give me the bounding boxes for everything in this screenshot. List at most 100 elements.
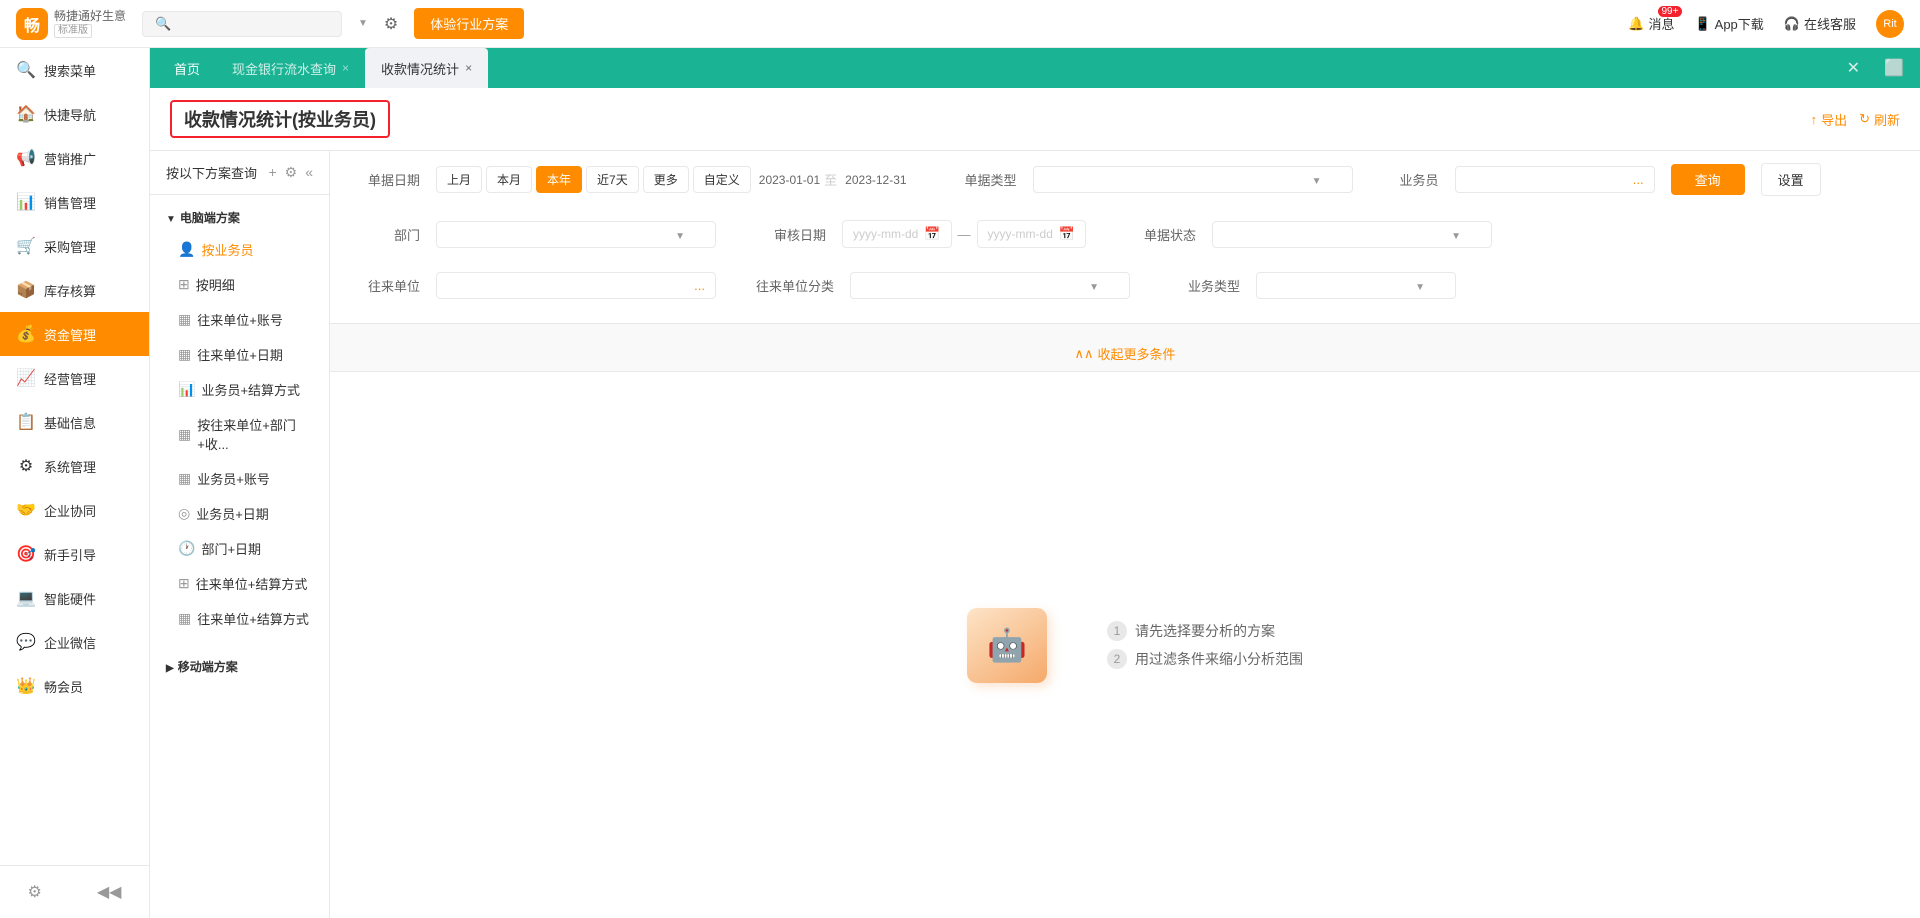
tab-bank-flow-close[interactable]: × <box>342 61 349 75</box>
scheme-item-sales-settle[interactable]: 📊 业务员+结算方式 <box>150 372 329 407</box>
edition-badge: 标准版 <box>54 24 92 38</box>
scheme-item-partner-settle1[interactable]: ⊞ 往来单位+结算方式 <box>150 566 329 601</box>
query-button[interactable]: 查询 <box>1671 164 1745 195</box>
sidebar-item-purchase[interactable]: 🛒 采购管理 <box>0 224 149 268</box>
scheme-sales-settle-label: 业务员+结算方式 <box>201 380 300 399</box>
collapse-more-btn[interactable]: ∧∧ 收起更多条件 <box>1074 344 1175 363</box>
scheme-desktop-title[interactable]: 电脑端方案 <box>150 203 329 232</box>
nav-dropdown[interactable]: ▼ <box>358 18 368 29</box>
online-service-btn[interactable]: 🎧 在线客服 <box>1784 14 1856 33</box>
scheme-item-partner-dept[interactable]: ▦ 按往来单位+部门+收... <box>150 407 329 461</box>
business-type-select[interactable] <box>1256 272 1456 299</box>
scheme-panel-title: 按以下方案查询 <box>166 163 257 182</box>
tab-bank-flow[interactable]: 现金银行流水查询 × <box>216 48 365 88</box>
sidebar-item-wechat[interactable]: 💬 企业微信 <box>0 620 149 664</box>
review-date-to-input[interactable]: yyyy-mm-dd 📅 <box>977 220 1087 248</box>
scheme-panel: 按以下方案查询 + ⚙ « 电脑端方案 👤 按业务员 <box>150 151 330 918</box>
empty-content: 🤖 1 请先选择要分析的方案 2 用过滤条件来缩小分析范围 <box>947 585 1303 705</box>
collapse-sidebar-btn[interactable]: ◀◀ <box>89 874 130 910</box>
scheme-mobile-title[interactable]: 移动端方案 <box>150 652 329 681</box>
trial-button[interactable]: 体验行业方案 <box>414 8 524 39</box>
messages-btn[interactable]: 🔔 消息 99+ <box>1628 14 1674 33</box>
sidebar-item-search[interactable]: 🔍 搜索菜单 <box>0 48 149 92</box>
scheme-collapse-btn[interactable]: « <box>305 164 313 181</box>
sidebar-item-inventory[interactable]: 📦 库存核算 <box>0 268 149 312</box>
mobile-expand-icon <box>166 660 174 674</box>
scheme-item-sales-account[interactable]: ▦ 业务员+账号 <box>150 461 329 496</box>
date-btn-7days[interactable]: 近7天 <box>586 166 639 193</box>
page-header: 收款情况统计(按业务员) ↑ 导出 ↻ 刷新 <box>150 88 1920 151</box>
scheme-panel-actions: + ⚙ « <box>268 164 313 181</box>
window-max-btn[interactable]: ⬜ <box>1876 54 1912 82</box>
scheme-desktop-section: 电脑端方案 👤 按业务员 ⊞ 按明细 ▦ 往来单位+账号 <box>150 195 329 644</box>
scheme-settings-btn[interactable]: ⚙ <box>285 164 298 181</box>
sidebar-item-vip[interactable]: 👑 畅会员 <box>0 664 149 708</box>
date-btn-this-year[interactable]: 本年 <box>536 166 582 193</box>
voucher-status-chevron <box>1447 227 1461 242</box>
partner-account-icon: ▦ <box>178 311 191 328</box>
date-btn-this-month[interactable]: 本月 <box>486 166 532 193</box>
scheme-item-partner-date[interactable]: ▦ 往来单位+日期 <box>150 337 329 372</box>
sidebar-item-collab[interactable]: 🤝 企业协同 <box>0 488 149 532</box>
hint-number-1: 1 <box>1107 621 1127 641</box>
dept-select[interactable] <box>436 221 716 248</box>
settings-button[interactable]: 设置 <box>1761 163 1821 196</box>
window-close-btn[interactable]: ✕ <box>1839 54 1868 82</box>
scheme-add-btn[interactable]: + <box>268 164 276 181</box>
partner-input[interactable]: ... <box>436 272 716 299</box>
marketing-icon: 📢 <box>16 148 36 168</box>
voucher-type-label: 单据类型 <box>947 170 1017 189</box>
tab-home[interactable]: 首页 <box>158 48 216 88</box>
scheme-item-partner-settle2[interactable]: ▦ 往来单位+结算方式 <box>150 601 329 636</box>
salesperson-more-btn[interactable]: ... <box>1633 172 1644 187</box>
tab-collection-stat-close[interactable]: × <box>465 61 472 75</box>
sidebar-item-basic[interactable]: 📋 基础信息 <box>0 400 149 444</box>
settings-icon[interactable]: ⚙ <box>384 14 398 34</box>
hint-item-1: 1 请先选择要分析的方案 <box>1107 621 1303 641</box>
scheme-item-detail[interactable]: ⊞ 按明细 <box>150 267 329 302</box>
desktop-section-label: 电脑端方案 <box>180 209 240 226</box>
logo-area: 畅 畅捷通好生意 标准版 <box>16 8 126 40</box>
date-btn-last-month[interactable]: 上月 <box>436 166 482 193</box>
review-date-dash: — <box>958 227 971 242</box>
voucher-type-select[interactable] <box>1033 166 1353 193</box>
sidebar-item-operation[interactable]: 📈 经营管理 <box>0 356 149 400</box>
partner-more-btn[interactable]: ... <box>694 278 705 293</box>
sidebar-item-marketing[interactable]: 📢 营销推广 <box>0 136 149 180</box>
sidebar-item-finance[interactable]: 💰 资金管理 <box>0 312 149 356</box>
scheme-item-salesperson[interactable]: 👤 按业务员 <box>150 232 329 267</box>
salesperson-input[interactable]: ... <box>1455 166 1655 193</box>
sidebar-item-quicknav[interactable]: 🏠 快捷导航 <box>0 92 149 136</box>
date-range-sep: 至 <box>824 170 837 189</box>
sales-account-icon: ▦ <box>178 470 191 487</box>
voucher-status-select[interactable] <box>1212 221 1492 248</box>
scheme-partner-dept-label: 按往来单位+部门+收... <box>197 415 313 453</box>
scheme-sales-account-label: 业务员+账号 <box>197 469 270 488</box>
user-avatar[interactable]: Rit <box>1876 10 1904 38</box>
sidebar-item-system[interactable]: ⚙ 系统管理 <box>0 444 149 488</box>
settings-bottom-icon[interactable]: ⚙ <box>20 874 50 910</box>
partner-category-select[interactable] <box>850 272 1130 299</box>
tab-bar-right: ✕ ⬜ <box>1839 54 1912 82</box>
sidebar-item-sales[interactable]: 📊 销售管理 <box>0 180 149 224</box>
sidebar-item-guide[interactable]: 🎯 新手引导 <box>0 532 149 576</box>
refresh-btn[interactable]: ↻ 刷新 <box>1859 110 1900 129</box>
scheme-item-partner-account[interactable]: ▦ 往来单位+账号 <box>150 302 329 337</box>
scheme-item-sales-date[interactable]: ◎ 业务员+日期 <box>150 496 329 531</box>
header-search-box: 🔍 <box>142 11 342 37</box>
app-download-btn[interactable]: 📱 App下载 <box>1694 14 1763 33</box>
mobile-section-label: 移动端方案 <box>178 658 238 675</box>
sidebar-item-hardware[interactable]: 💻 智能硬件 <box>0 576 149 620</box>
date-btn-more[interactable]: 更多 <box>643 166 689 193</box>
date-btn-custom[interactable]: 自定义 <box>693 166 751 193</box>
review-date-from-input[interactable]: yyyy-mm-dd 📅 <box>842 220 952 248</box>
tab-collection-stat[interactable]: 收款情况统计 × <box>365 48 488 88</box>
calendar-icon-to: 📅 <box>1059 226 1075 242</box>
business-type-label: 业务类型 <box>1170 276 1240 295</box>
business-type-chevron <box>1411 278 1425 293</box>
export-btn[interactable]: ↑ 导出 <box>1811 110 1848 129</box>
main-content: 按以下方案查询 + ⚙ « 电脑端方案 👤 按业务员 <box>150 151 1920 918</box>
empty-robot-icon: 🤖 <box>987 626 1027 664</box>
dept-chevron <box>671 227 685 242</box>
scheme-item-dept-date[interactable]: 🕐 部门+日期 <box>150 531 329 566</box>
